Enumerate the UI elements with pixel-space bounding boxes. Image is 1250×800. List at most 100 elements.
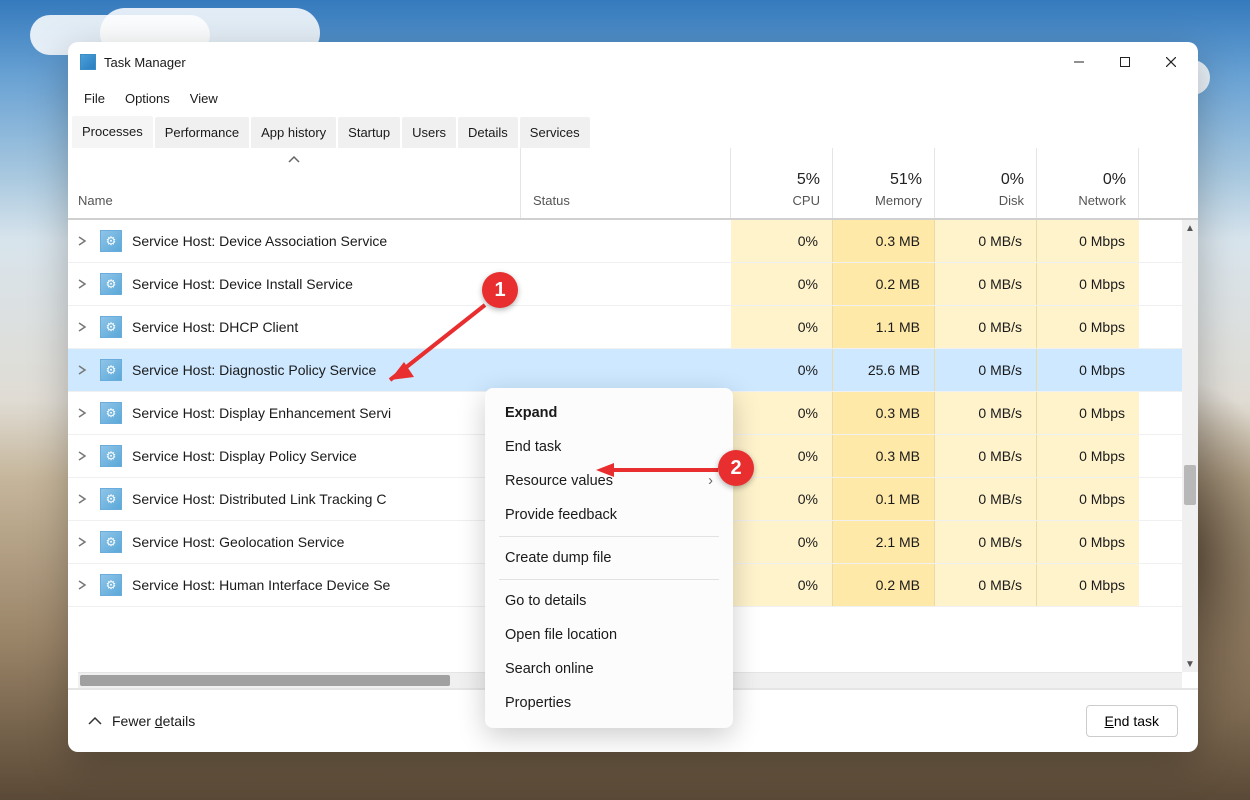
ctx-go-to-details[interactable]: Go to details bbox=[485, 584, 733, 618]
expand-toggle[interactable] bbox=[68, 349, 96, 391]
expand-toggle[interactable] bbox=[68, 392, 96, 434]
expand-toggle[interactable] bbox=[68, 478, 96, 520]
cpu-cell: 0% bbox=[731, 478, 833, 520]
tab-performance[interactable]: Performance bbox=[155, 117, 249, 148]
close-button[interactable] bbox=[1148, 43, 1194, 81]
sort-ascending-icon bbox=[288, 156, 300, 164]
memory-cell: 0.2 MB bbox=[833, 263, 935, 305]
service-icon bbox=[100, 488, 122, 510]
network-cell: 0 Mbps bbox=[1037, 435, 1139, 477]
memory-usage-pct: 51% bbox=[845, 171, 922, 189]
network-cell: 0 Mbps bbox=[1037, 392, 1139, 434]
memory-cell: 0.3 MB bbox=[833, 220, 935, 262]
service-icon bbox=[100, 531, 122, 553]
expand-toggle[interactable] bbox=[68, 521, 96, 563]
minimize-button[interactable] bbox=[1056, 43, 1102, 81]
tab-users[interactable]: Users bbox=[402, 117, 456, 148]
process-row[interactable]: Service Host: Diagnostic Policy Service0… bbox=[68, 349, 1198, 392]
annotation-arrow-1 bbox=[370, 300, 490, 400]
process-name: Service Host: Distributed Link Tracking … bbox=[132, 478, 521, 520]
network-cell: 0 Mbps bbox=[1037, 220, 1139, 262]
process-name: Service Host: Display Policy Service bbox=[132, 435, 521, 477]
memory-cell: 0.3 MB bbox=[833, 435, 935, 477]
scroll-down-icon[interactable]: ▼ bbox=[1182, 656, 1198, 672]
col-cpu-label: CPU bbox=[743, 193, 820, 208]
disk-cell: 0 MB/s bbox=[935, 521, 1037, 563]
network-usage-pct: 0% bbox=[1049, 171, 1126, 189]
ctx-provide-feedback[interactable]: Provide feedback bbox=[485, 498, 733, 532]
ctx-open-file-location[interactable]: Open file location bbox=[485, 618, 733, 652]
ctx-separator bbox=[499, 579, 719, 580]
fewer-details-toggle[interactable]: Fewer details bbox=[88, 713, 195, 729]
process-row[interactable]: Service Host: Device Install Service0%0.… bbox=[68, 263, 1198, 306]
minimize-icon bbox=[1074, 57, 1084, 67]
tab-startup[interactable]: Startup bbox=[338, 117, 400, 148]
disk-cell: 0 MB/s bbox=[935, 392, 1037, 434]
tab-details[interactable]: Details bbox=[458, 117, 518, 148]
service-icon bbox=[100, 359, 122, 381]
memory-cell: 2.1 MB bbox=[833, 521, 935, 563]
col-cpu[interactable]: 5% CPU bbox=[731, 148, 833, 218]
disk-cell: 0 MB/s bbox=[935, 478, 1037, 520]
cpu-cell: 0% bbox=[731, 263, 833, 305]
service-icon bbox=[100, 445, 122, 467]
process-name: Service Host: Device Association Service bbox=[132, 220, 521, 262]
ctx-create-dump[interactable]: Create dump file bbox=[485, 541, 733, 575]
disk-usage-pct: 0% bbox=[947, 171, 1024, 189]
annotation-arrow-2 bbox=[590, 458, 730, 482]
process-status bbox=[521, 349, 731, 391]
chevron-up-icon bbox=[88, 716, 102, 726]
col-disk[interactable]: 0% Disk bbox=[935, 148, 1037, 218]
network-cell: 0 Mbps bbox=[1037, 306, 1139, 348]
ctx-properties[interactable]: Properties bbox=[485, 686, 733, 720]
ctx-search-online[interactable]: Search online bbox=[485, 652, 733, 686]
menu-view[interactable]: View bbox=[182, 85, 226, 112]
hscroll-thumb[interactable] bbox=[80, 675, 450, 686]
network-cell: 0 Mbps bbox=[1037, 263, 1139, 305]
scroll-up-icon[interactable]: ▲ bbox=[1182, 220, 1198, 236]
service-icon bbox=[100, 402, 122, 424]
col-disk-label: Disk bbox=[947, 193, 1024, 208]
service-icon bbox=[100, 316, 122, 338]
col-status-label: Status bbox=[533, 193, 718, 208]
expand-toggle[interactable] bbox=[68, 220, 96, 262]
col-name[interactable]: Name bbox=[68, 148, 521, 218]
menu-file[interactable]: File bbox=[76, 85, 113, 112]
maximize-button[interactable] bbox=[1102, 43, 1148, 81]
close-icon bbox=[1166, 57, 1176, 67]
col-status[interactable]: Status bbox=[521, 148, 731, 218]
disk-cell: 0 MB/s bbox=[935, 306, 1037, 348]
tabstrip: Processes Performance App history Startu… bbox=[68, 114, 1198, 148]
process-name: Service Host: Human Interface Device Se bbox=[132, 564, 521, 606]
process-row[interactable]: Service Host: DHCP Client0%1.1 MB0 MB/s0… bbox=[68, 306, 1198, 349]
tab-processes[interactable]: Processes bbox=[72, 116, 153, 148]
titlebar[interactable]: Task Manager bbox=[68, 42, 1198, 82]
process-status bbox=[521, 306, 731, 348]
expand-toggle[interactable] bbox=[68, 263, 96, 305]
expand-toggle[interactable] bbox=[68, 564, 96, 606]
disk-cell: 0 MB/s bbox=[935, 263, 1037, 305]
vertical-scrollbar[interactable]: ▲ ▼ bbox=[1182, 220, 1198, 672]
process-status bbox=[521, 263, 731, 305]
col-memory[interactable]: 51% Memory bbox=[833, 148, 935, 218]
annotation-callout-2: 2 bbox=[718, 450, 754, 486]
service-icon bbox=[100, 574, 122, 596]
memory-cell: 0.3 MB bbox=[833, 392, 935, 434]
disk-cell: 0 MB/s bbox=[935, 435, 1037, 477]
memory-cell: 1.1 MB bbox=[833, 306, 935, 348]
network-cell: 0 Mbps bbox=[1037, 521, 1139, 563]
tab-services[interactable]: Services bbox=[520, 117, 590, 148]
cpu-usage-pct: 5% bbox=[743, 171, 820, 189]
menu-options[interactable]: Options bbox=[117, 85, 178, 112]
end-task-button[interactable]: End task bbox=[1086, 705, 1178, 737]
window-title: Task Manager bbox=[104, 55, 1056, 70]
window-controls bbox=[1056, 43, 1194, 81]
scroll-thumb[interactable] bbox=[1184, 465, 1196, 505]
tab-app-history[interactable]: App history bbox=[251, 117, 336, 148]
process-row[interactable]: Service Host: Device Association Service… bbox=[68, 220, 1198, 263]
col-network[interactable]: 0% Network bbox=[1037, 148, 1139, 218]
ctx-expand[interactable]: Expand bbox=[485, 396, 733, 430]
disk-cell: 0 MB/s bbox=[935, 564, 1037, 606]
expand-toggle[interactable] bbox=[68, 306, 96, 348]
expand-toggle[interactable] bbox=[68, 435, 96, 477]
